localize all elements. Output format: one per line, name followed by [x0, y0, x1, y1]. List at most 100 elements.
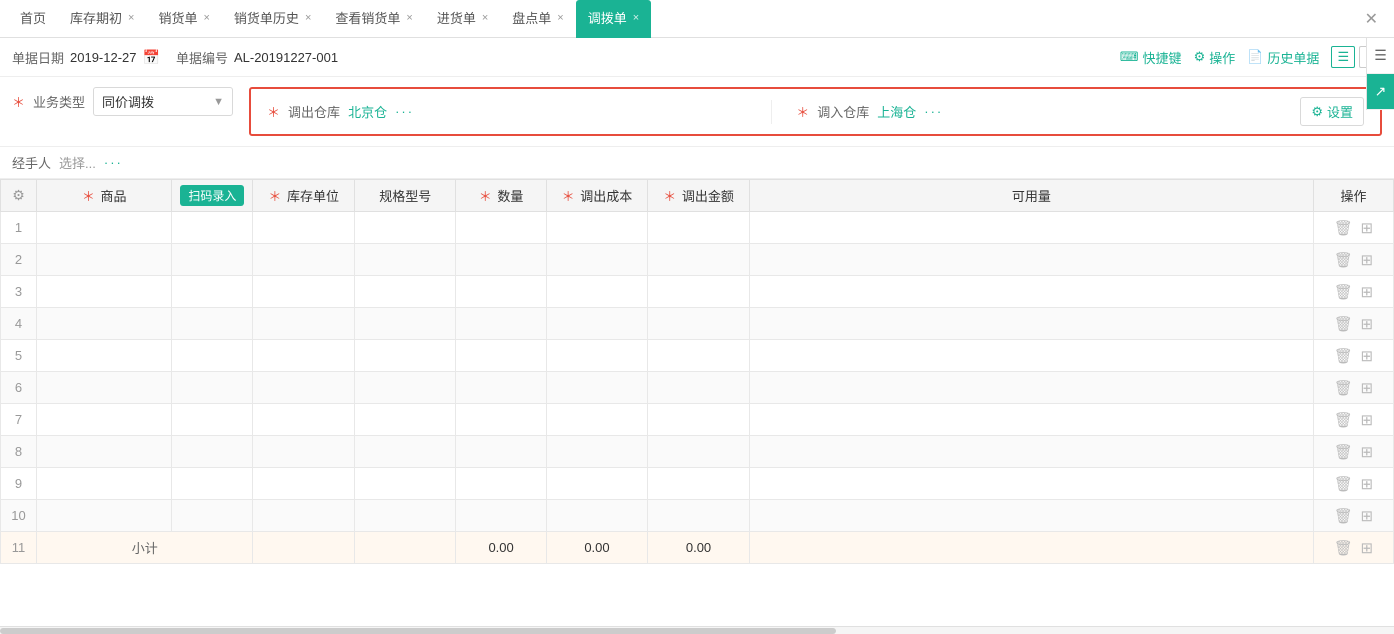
row-product[interactable]: [37, 372, 172, 404]
delete-icon[interactable]: 🗑: [1334, 444, 1353, 461]
row-amount[interactable]: [648, 468, 750, 500]
business-type-select[interactable]: 同价调拨 ▼: [93, 87, 233, 116]
row-qty[interactable]: [456, 244, 546, 276]
tab-transfer-order[interactable]: 调拨单 ×: [576, 0, 651, 38]
horizontal-scrollbar[interactable]: [0, 626, 1394, 634]
copy-icon[interactable]: ⊞: [1361, 284, 1374, 301]
tab-inventory-init[interactable]: 库存期初 ×: [58, 0, 146, 38]
delete-icon[interactable]: 🗑: [1334, 316, 1353, 333]
row-product[interactable]: [37, 404, 172, 436]
history-button[interactable]: 📄 历史单据: [1247, 48, 1319, 67]
row-product[interactable]: [37, 308, 172, 340]
copy-icon[interactable]: ⊞: [1361, 476, 1374, 493]
row-cost[interactable]: [546, 436, 648, 468]
copy-icon[interactable]: ⊞: [1361, 540, 1374, 557]
copy-icon[interactable]: ⊞: [1361, 444, 1374, 461]
row-amount[interactable]: [648, 212, 750, 244]
operations-button[interactable]: ⚙ 操作: [1194, 48, 1236, 67]
row-cost[interactable]: [546, 468, 648, 500]
transfer-out-more-btn[interactable]: ···: [395, 104, 414, 119]
tab-purchase-order[interactable]: 进货单 ×: [425, 0, 500, 38]
person-select[interactable]: 选择...: [59, 153, 96, 172]
copy-icon[interactable]: ⊞: [1361, 348, 1374, 365]
th-product-label: 商品: [101, 189, 127, 204]
row-scan: [172, 468, 253, 500]
person-more-btn[interactable]: ···: [104, 155, 123, 170]
scrollbar-thumb[interactable]: [0, 628, 836, 634]
row-qty[interactable]: [456, 340, 546, 372]
row-cost[interactable]: [546, 244, 648, 276]
row-qty[interactable]: [456, 404, 546, 436]
row-product[interactable]: [37, 212, 172, 244]
row-cost[interactable]: [546, 404, 648, 436]
scan-btn[interactable]: 扫码录入: [180, 185, 244, 206]
row-amount[interactable]: [648, 500, 750, 532]
copy-icon[interactable]: ⊞: [1361, 220, 1374, 237]
th-amount-label: 调出金额: [682, 189, 734, 204]
layout-list-btn[interactable]: ☰: [1331, 46, 1355, 68]
row-amount[interactable]: [648, 308, 750, 340]
row-product[interactable]: [37, 340, 172, 372]
copy-icon[interactable]: ⊞: [1361, 380, 1374, 397]
delete-icon[interactable]: 🗑: [1334, 220, 1353, 237]
side-panel-list-icon[interactable]: ☰: [1367, 38, 1394, 74]
row-cost[interactable]: [546, 308, 648, 340]
window-close-button[interactable]: ✕: [1357, 5, 1386, 33]
transfer-in-more-btn[interactable]: ···: [924, 104, 943, 119]
delete-icon[interactable]: 🗑: [1334, 476, 1353, 493]
row-amount[interactable]: [648, 340, 750, 372]
tab-sales-history[interactable]: 销货单历史 ×: [222, 0, 323, 38]
copy-icon[interactable]: ⊞: [1361, 252, 1374, 269]
tab-sales-history-close[interactable]: ×: [305, 12, 311, 24]
row-qty[interactable]: [456, 276, 546, 308]
calendar-icon[interactable]: 📅: [143, 49, 160, 66]
row-cost[interactable]: [546, 372, 648, 404]
row-qty[interactable]: [456, 372, 546, 404]
delete-icon[interactable]: 🗑: [1334, 348, 1353, 365]
delete-icon[interactable]: 🗑: [1334, 540, 1353, 557]
row-product[interactable]: [37, 244, 172, 276]
row-amount[interactable]: [648, 436, 750, 468]
tab-view-sales[interactable]: 查看销货单 ×: [323, 0, 424, 38]
tab-transfer-order-close[interactable]: ×: [633, 12, 639, 24]
tab-inventory-check[interactable]: 盘点单 ×: [500, 0, 575, 38]
delete-icon[interactable]: 🗑: [1334, 380, 1353, 397]
row-available: [749, 372, 1313, 404]
delete-icon[interactable]: 🗑: [1334, 412, 1353, 429]
row-product[interactable]: [37, 468, 172, 500]
row-cost[interactable]: [546, 500, 648, 532]
tab-sales-order-close[interactable]: ×: [203, 12, 209, 24]
delete-icon[interactable]: 🗑: [1334, 252, 1353, 269]
row-amount[interactable]: [648, 404, 750, 436]
delete-icon[interactable]: 🗑: [1334, 284, 1353, 301]
row-amount[interactable]: [648, 372, 750, 404]
copy-icon[interactable]: ⊞: [1361, 412, 1374, 429]
row-qty[interactable]: [456, 212, 546, 244]
tab-view-sales-close[interactable]: ×: [406, 12, 412, 24]
tab-sales-order[interactable]: 销货单 ×: [146, 0, 221, 38]
side-panel-export-icon[interactable]: ↗: [1367, 74, 1394, 110]
tab-inventory-init-close[interactable]: ×: [128, 12, 134, 24]
shortcuts-button[interactable]: ⌨ 快捷键: [1120, 48, 1182, 67]
row-qty[interactable]: [456, 436, 546, 468]
copy-icon[interactable]: ⊞: [1361, 316, 1374, 333]
row-amount[interactable]: [648, 276, 750, 308]
copy-icon[interactable]: ⊞: [1361, 508, 1374, 525]
row-product[interactable]: [37, 276, 172, 308]
row-qty[interactable]: [456, 500, 546, 532]
column-settings-icon[interactable]: ⚙: [12, 187, 25, 203]
tab-purchase-order-close[interactable]: ×: [482, 12, 488, 24]
row-cost[interactable]: [546, 212, 648, 244]
row-product[interactable]: [37, 500, 172, 532]
row-amount[interactable]: [648, 244, 750, 276]
settings-button[interactable]: ⚙ 设置: [1300, 97, 1364, 126]
tab-home[interactable]: 首页: [8, 0, 58, 38]
row-cost[interactable]: [546, 340, 648, 372]
delete-icon[interactable]: 🗑: [1334, 508, 1353, 525]
date-field: 单据日期 2019-12-27 📅: [12, 48, 160, 67]
row-qty[interactable]: [456, 468, 546, 500]
row-qty[interactable]: [456, 308, 546, 340]
row-product[interactable]: [37, 436, 172, 468]
row-cost[interactable]: [546, 276, 648, 308]
tab-inventory-check-close[interactable]: ×: [557, 12, 563, 24]
